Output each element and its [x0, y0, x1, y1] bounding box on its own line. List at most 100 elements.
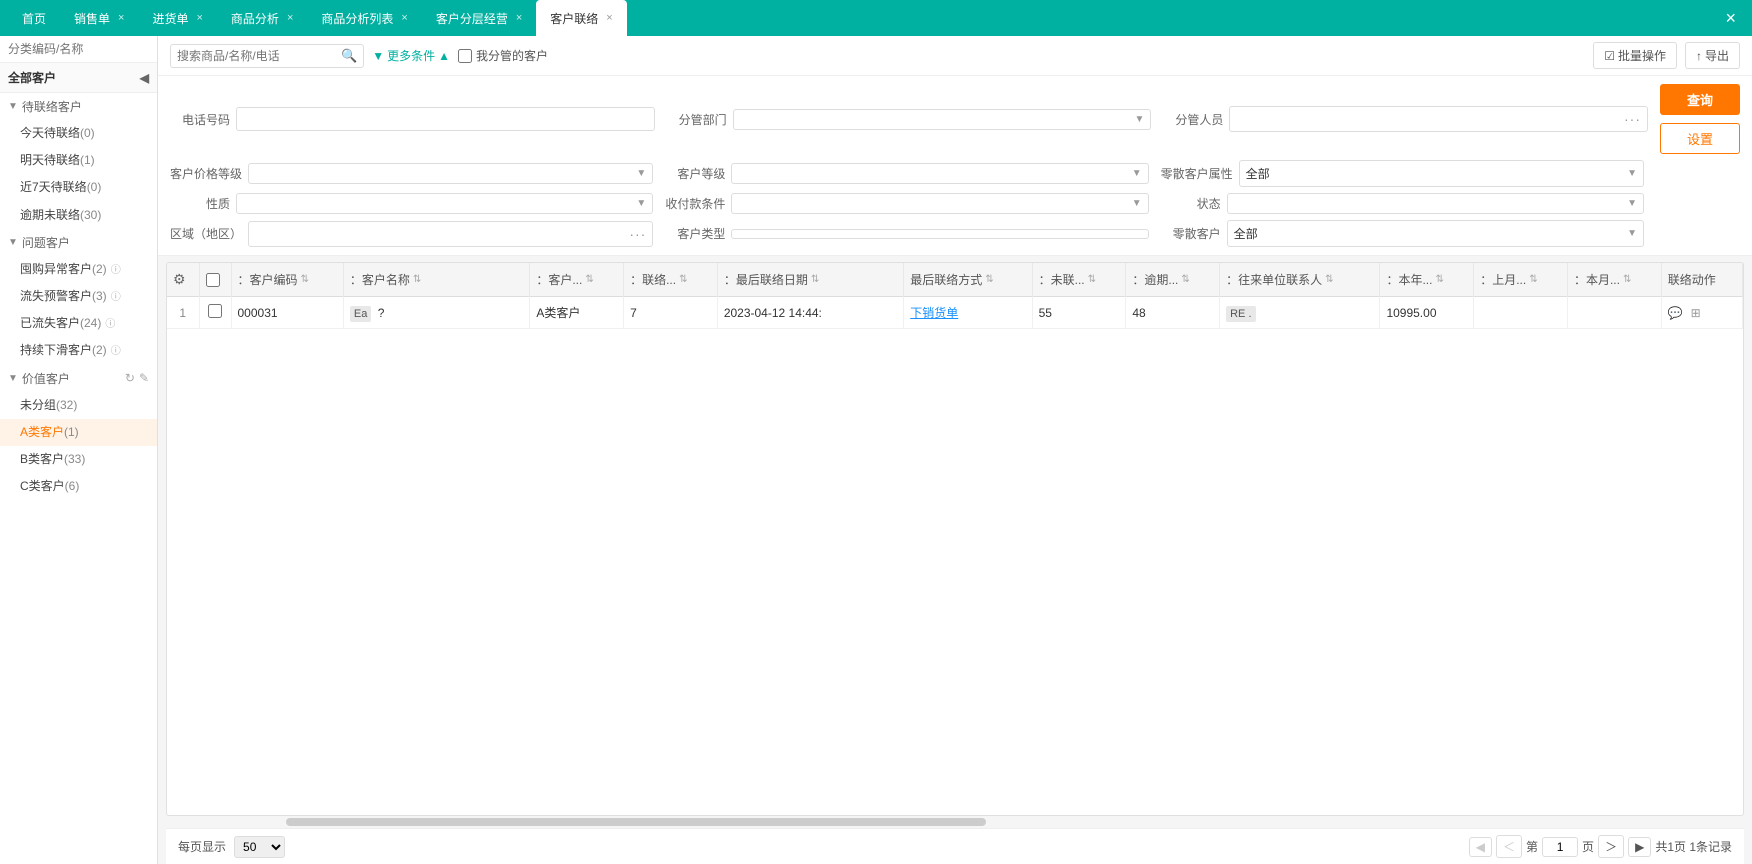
filter-region: 区域（地区） ···: [170, 221, 665, 247]
nature-select[interactable]: ▼: [236, 193, 653, 214]
sort-person-icon[interactable]: ⇅: [1325, 274, 1333, 285]
retail-attr-select[interactable]: 全部 ▼: [1239, 160, 1644, 187]
sidebar-search-input[interactable]: [8, 42, 158, 56]
price-level-select[interactable]: ▼: [248, 163, 653, 184]
group-problem[interactable]: ▼ 问题客户: [0, 229, 157, 256]
last-page-button[interactable]: ▶: [1628, 837, 1651, 857]
sidebar-item-hoarding[interactable]: 囤购异常客户(2)ⓘ: [0, 256, 157, 283]
sort-thismonth-icon[interactable]: ⇅: [1623, 274, 1631, 285]
horizontal-scrollbar[interactable]: [166, 816, 1744, 828]
select-all-checkbox[interactable]: [206, 273, 220, 287]
sort-contact-icon[interactable]: ⇅: [679, 274, 687, 285]
settings-button[interactable]: 设置: [1660, 123, 1740, 154]
row-checkbox-cell: [199, 297, 231, 329]
contact-person-tag: RE .: [1226, 306, 1255, 322]
close-all-button[interactable]: ×: [1717, 8, 1744, 29]
sidebar-item-today[interactable]: 今天待联络(0): [0, 120, 157, 147]
status-select[interactable]: ▼: [1227, 193, 1644, 214]
last-way-link[interactable]: 下销货单: [910, 306, 958, 320]
my-customers-checkbox[interactable]: [458, 49, 472, 63]
sidebar-collapse-icon[interactable]: ◀: [140, 71, 149, 85]
nav-analysis-list[interactable]: 商品分析列表 ×: [307, 0, 421, 36]
prev-page-button[interactable]: ＜: [1496, 835, 1522, 858]
sidebar-item-churned[interactable]: 已流失客户(24)ⓘ: [0, 310, 157, 337]
export-button[interactable]: ↑ 导出: [1685, 42, 1740, 69]
dept-caret-icon: ▼: [1134, 114, 1144, 125]
region-label: 区域（地区）: [170, 225, 242, 242]
group-problem-label: 问题客户: [22, 234, 70, 251]
query-button[interactable]: 查询: [1660, 84, 1740, 115]
edit-icon[interactable]: ✎: [139, 371, 149, 385]
sidebar-item-b-class[interactable]: B类客户(33): [0, 446, 157, 473]
col-last-month-label: ：上月...: [1480, 271, 1526, 288]
sort-overdue-icon[interactable]: ⇅: [1181, 274, 1189, 285]
sort-lastmonth-icon[interactable]: ⇅: [1529, 274, 1537, 285]
search-input[interactable]: [177, 49, 337, 63]
manager-label: 分管人员: [1163, 111, 1223, 128]
sidebar-item-a-class[interactable]: A类客户(1): [0, 419, 157, 446]
customer-type-select[interactable]: [731, 229, 1148, 239]
customer-level-select[interactable]: ▼: [731, 163, 1148, 184]
phone-input[interactable]: [236, 107, 655, 131]
next-page-button[interactable]: ＞: [1598, 835, 1624, 858]
payment-select[interactable]: ▼: [731, 193, 1148, 214]
manager-input[interactable]: ···: [1229, 106, 1648, 132]
close-sales-icon[interactable]: ×: [118, 12, 124, 24]
page-number-input[interactable]: [1542, 837, 1578, 857]
sidebar-item-unclassified[interactable]: 未分组(32): [0, 392, 157, 419]
sidebar-item-overdue[interactable]: 逾期未联络(30): [0, 202, 157, 229]
query-btn-group: 查询 设置: [1660, 84, 1740, 154]
customer-level-caret-icon: ▼: [1132, 168, 1142, 179]
sort-code-icon[interactable]: ⇅: [301, 274, 309, 285]
sidebar-item-7days[interactable]: 近7天待联络(0): [0, 174, 157, 201]
search-icon[interactable]: 🔍: [341, 48, 357, 64]
grid-icon[interactable]: ⊞: [1691, 306, 1701, 320]
sidebar-item-c-class[interactable]: C类客户(6): [0, 473, 157, 500]
refresh-icon[interactable]: ↻: [125, 371, 135, 385]
row-select-checkbox[interactable]: [208, 304, 222, 318]
payment-caret-icon: ▼: [1132, 198, 1142, 209]
group-pending-contact[interactable]: ▼ 待联络客户: [0, 93, 157, 120]
region-select[interactable]: ···: [248, 221, 653, 247]
sort-not-icon[interactable]: ⇅: [1088, 274, 1096, 285]
group-value[interactable]: ▼ 价值客户 ↻ ✎: [0, 365, 157, 392]
sidebar-item-tomorrow[interactable]: 明天待联络(1): [0, 147, 157, 174]
all-customers-header[interactable]: 全部客户 ◀: [0, 63, 157, 93]
sort-date-icon[interactable]: ⇅: [811, 274, 819, 285]
sort-type-icon[interactable]: ⇅: [585, 274, 593, 285]
close-contact-icon[interactable]: ×: [606, 12, 612, 24]
nav-purchase[interactable]: 进货单 ×: [138, 0, 216, 36]
sidebar-item-declining[interactable]: 持续下滑客户(2)ⓘ: [0, 337, 157, 364]
col-contact-count-label: ：联络...: [630, 271, 676, 288]
close-purchase-icon[interactable]: ×: [196, 12, 202, 24]
close-analysis-list-icon[interactable]: ×: [401, 12, 407, 24]
nav-home[interactable]: 首页: [8, 0, 60, 36]
retail-attr-label: 零散客户属性: [1161, 165, 1233, 182]
scrollbar-thumb[interactable]: [286, 818, 986, 826]
sort-way-icon[interactable]: ⇅: [985, 274, 993, 285]
message-icon[interactable]: 💬: [1668, 306, 1683, 320]
close-analysis-icon[interactable]: ×: [287, 12, 293, 24]
row-index: 1: [167, 297, 199, 329]
table-gear-icon[interactable]: ⚙: [173, 271, 186, 288]
retail-select[interactable]: 全部 ▼: [1227, 220, 1644, 247]
my-customers-filter[interactable]: 我分管的客户: [458, 47, 548, 64]
sort-name-icon[interactable]: ⇅: [413, 274, 421, 285]
sidebar-item-churn-warning[interactable]: 流失预警客户(3)ⓘ: [0, 283, 157, 310]
page-size-select[interactable]: 20 50 100 200: [234, 836, 285, 858]
dept-select[interactable]: ▼: [733, 109, 1152, 130]
nav-customer-contact[interactable]: 客户联络 ×: [536, 0, 626, 36]
nav-analysis[interactable]: 商品分析 ×: [217, 0, 307, 36]
close-segment-icon[interactable]: ×: [516, 12, 522, 24]
filter-row-1: 电话号码 分管部门 ▼ 分管人员 ···: [170, 84, 1740, 154]
batch-op-button[interactable]: ☑ 批量操作: [1593, 42, 1677, 69]
filter-customer-level: 客户等级 ▼: [665, 163, 1160, 184]
first-page-button[interactable]: ◀: [1469, 837, 1492, 857]
sort-year-icon[interactable]: ⇅: [1435, 274, 1443, 285]
nav-sales[interactable]: 销售单 ×: [60, 0, 138, 36]
data-table-container: ⚙ ：客户编码 ⇅: [166, 262, 1744, 816]
info-icon-hoarding: ⓘ: [111, 265, 121, 276]
nav-customer-segment[interactable]: 客户分层经营 ×: [422, 0, 536, 36]
more-conditions-btn[interactable]: ▼ 更多条件 ▲: [372, 47, 450, 64]
col-type-label: ：客户...: [536, 271, 582, 288]
